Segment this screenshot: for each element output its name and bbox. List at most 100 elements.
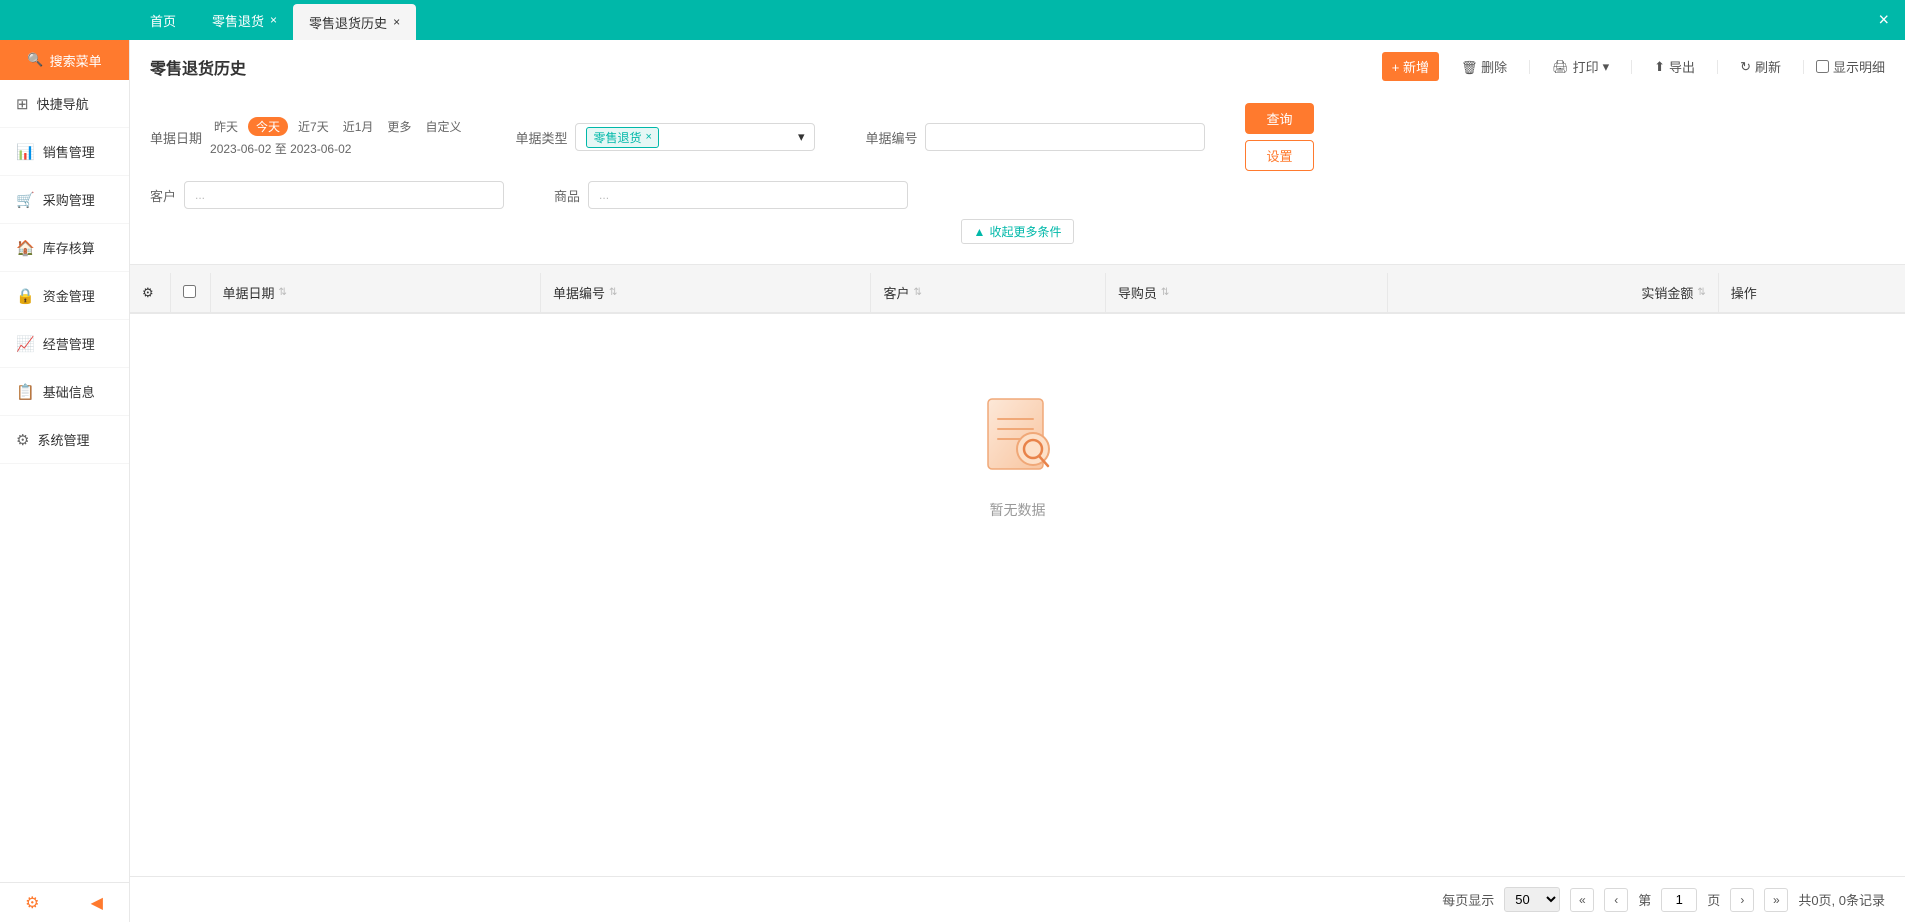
data-table: ⚙ 单据日期 ⇅ 单据编号 [130, 273, 1905, 314]
page-title: 零售退货历史 [150, 55, 246, 79]
show-detail-input[interactable] [1816, 60, 1829, 73]
yesterday-shortcut[interactable]: 昨天 [210, 117, 242, 136]
th-check [170, 273, 210, 313]
goods-label: 商品 [554, 186, 580, 205]
refresh-button[interactable]: ↻ 刷新 [1730, 52, 1791, 81]
bill-type-tag-remove[interactable]: × [645, 131, 651, 143]
customer-label: 客户 [150, 186, 176, 205]
sort-customer-icon: ⇅ [913, 287, 921, 298]
sidebar-item-inventory-mgmt[interactable]: 🏠 库存核算 [0, 224, 129, 272]
th-bill-number[interactable]: 单据编号 ⇅ [540, 273, 870, 313]
date-filter-group: 单据日期 昨天 今天 近7天 近1月 更多 自定义 2023-06-02 至 2… [150, 117, 465, 157]
prev-page-btn[interactable]: ‹ [1604, 888, 1628, 912]
collapse-button[interactable]: ▲ 收起更多条件 [961, 219, 1075, 244]
toolbar-divider-3 [1717, 60, 1718, 74]
query-button[interactable]: 查询 [1245, 103, 1313, 134]
operation-icon: 📈 [16, 335, 35, 353]
collapse-row: ▲ 收起更多条件 [150, 219, 1885, 244]
customer-ellipsis: ... [195, 188, 205, 202]
finance-icon: 🔒 [16, 287, 35, 305]
today-shortcut[interactable]: 今天 [248, 117, 288, 136]
show-detail-checkbox[interactable]: 显示明细 [1816, 57, 1885, 76]
bill-type-dropdown-icon: ▾ [798, 129, 805, 145]
date-shortcuts-list: 昨天 今天 近7天 近1月 更多 自定义 [210, 117, 465, 136]
filter-row-1: 单据日期 昨天 今天 近7天 近1月 更多 自定义 2023-06-02 至 2… [150, 103, 1885, 171]
sidebar-item-purchase-mgmt[interactable]: 🛒 采购管理 [0, 176, 129, 224]
toolbar-divider-1 [1529, 60, 1530, 74]
pagination-bar: 每页显示 20 50 100 « ‹ 第 页 › » 共0页, 0条记录 [130, 876, 1905, 922]
sidebar-search[interactable]: 🔍 搜索菜单 [0, 40, 129, 80]
empty-text: 暂无数据 [990, 500, 1046, 520]
table-container: ⚙ 单据日期 ⇅ 单据编号 [130, 273, 1905, 876]
select-all-checkbox[interactable] [183, 285, 196, 298]
sidebar-collapse-btn[interactable]: ◀ [65, 883, 130, 922]
sidebar-item-system-mgmt[interactable]: ⚙ 系统管理 [0, 416, 129, 464]
sidebar-item-operation-mgmt[interactable]: 📈 经营管理 [0, 320, 129, 368]
th-bill-date[interactable]: 单据日期 ⇅ [210, 273, 540, 313]
sort-bill-date-icon: ⇅ [279, 287, 287, 298]
goods-ellipsis: ... [599, 188, 609, 202]
customer-select[interactable]: ... [184, 181, 504, 209]
bill-type-label: 单据类型 [515, 128, 567, 147]
bill-type-select[interactable]: 零售退货 × ▾ [575, 123, 815, 151]
bill-number-input[interactable] [925, 123, 1205, 151]
next-page-btn[interactable]: › [1730, 888, 1754, 912]
date-shortcuts: 昨天 今天 近7天 近1月 更多 自定义 2023-06-02 至 2023-0… [210, 117, 465, 157]
th-action: 操作 [1718, 273, 1905, 313]
close-tab-retail-return[interactable]: × [270, 13, 277, 27]
sidebar-item-finance-mgmt[interactable]: 🔒 资金管理 [0, 272, 129, 320]
window-close-button[interactable]: × [1878, 10, 1889, 31]
date-filter-label: 单据日期 [150, 128, 202, 147]
sidebar: 🔍 搜索菜单 ⊞ 快捷导航 📊 销售管理 🛒 采购管理 🏠 库存核算 🔒 资金管… [0, 40, 130, 922]
export-icon: ⬆ [1654, 59, 1665, 75]
last7-shortcut[interactable]: 近7天 [294, 117, 333, 136]
date-range-display: 2023-06-02 至 2023-06-02 [210, 140, 465, 157]
toolbar-divider-2 [1631, 60, 1632, 74]
print-button[interactable]: 🖨 打印 ▾ [1542, 52, 1619, 81]
bill-number-filter-group: 单据编号 [865, 123, 1205, 151]
sidebar-item-sales-mgmt[interactable]: 📊 销售管理 [0, 128, 129, 176]
close-tab-retail-return-history[interactable]: × [393, 15, 400, 29]
goods-select[interactable]: ... [588, 181, 908, 209]
filter-row-2: 客户 ... 商品 ... [150, 181, 1885, 209]
empty-state: 暂无数据 [130, 314, 1905, 600]
table-header: ⚙ 单据日期 ⇅ 单据编号 [130, 273, 1905, 313]
search-icon: 🔍 [27, 52, 43, 68]
per-page-select[interactable]: 20 50 100 [1504, 887, 1560, 912]
quick-nav-icon: ⊞ [16, 95, 29, 113]
sidebar-settings-btn[interactable]: ⚙ [0, 883, 65, 922]
page-number-label: 第 [1638, 890, 1651, 909]
sales-icon: 📊 [16, 143, 35, 161]
tab-home[interactable]: 首页 [130, 0, 196, 40]
custom-shortcut[interactable]: 自定义 [421, 117, 465, 136]
more-shortcut[interactable]: 更多 [383, 117, 415, 136]
toolbar-divider-4 [1803, 60, 1804, 74]
th-guide[interactable]: 导购员 ⇅ [1105, 273, 1387, 313]
customer-filter-group: 客户 ... [150, 181, 504, 209]
sidebar-item-quick-nav[interactable]: ⊞ 快捷导航 [0, 80, 129, 128]
last-month-shortcut[interactable]: 近1月 [339, 117, 378, 136]
content-area: 零售退货历史 + 新增 🗑 删除 🖨 打印 ▾ ⬆ 导出 [130, 40, 1905, 922]
export-button[interactable]: ⬆ 导出 [1644, 52, 1705, 81]
delete-button[interactable]: 🗑 删除 [1451, 52, 1517, 81]
setup-button[interactable]: 设置 [1245, 140, 1313, 171]
purchase-icon: 🛒 [16, 191, 35, 209]
sort-guide-icon: ⇅ [1161, 287, 1169, 298]
tab-retail-return[interactable]: 零售退货 × [196, 0, 293, 40]
page-input[interactable] [1661, 888, 1697, 912]
sort-bill-number-icon: ⇅ [609, 287, 617, 298]
last-page-btn[interactable]: » [1764, 888, 1788, 912]
main-layout: 🔍 搜索菜单 ⊞ 快捷导航 📊 销售管理 🛒 采购管理 🏠 库存核算 🔒 资金管… [0, 40, 1905, 922]
top-bar: 首页 零售退货 × 零售退货历史 × × [0, 0, 1905, 40]
new-button[interactable]: + 新增 [1382, 52, 1439, 81]
toolbar: + 新增 🗑 删除 🖨 打印 ▾ ⬆ 导出 ↻ [1382, 52, 1885, 81]
sidebar-bottom: ⚙ ◀ [0, 882, 129, 922]
settings-icon[interactable]: ⚙ [142, 285, 154, 300]
th-customer[interactable]: 客户 ⇅ [871, 273, 1105, 313]
th-amount[interactable]: 实销金额 ⇅ [1388, 273, 1718, 313]
tab-retail-return-history[interactable]: 零售退货历史 × [293, 4, 416, 40]
filter-area: 单据日期 昨天 今天 近7天 近1月 更多 自定义 2023-06-02 至 2… [150, 93, 1885, 264]
first-page-btn[interactable]: « [1570, 888, 1594, 912]
sidebar-item-basic-info[interactable]: 📋 基础信息 [0, 368, 129, 416]
goods-filter-group: 商品 ... [554, 181, 908, 209]
